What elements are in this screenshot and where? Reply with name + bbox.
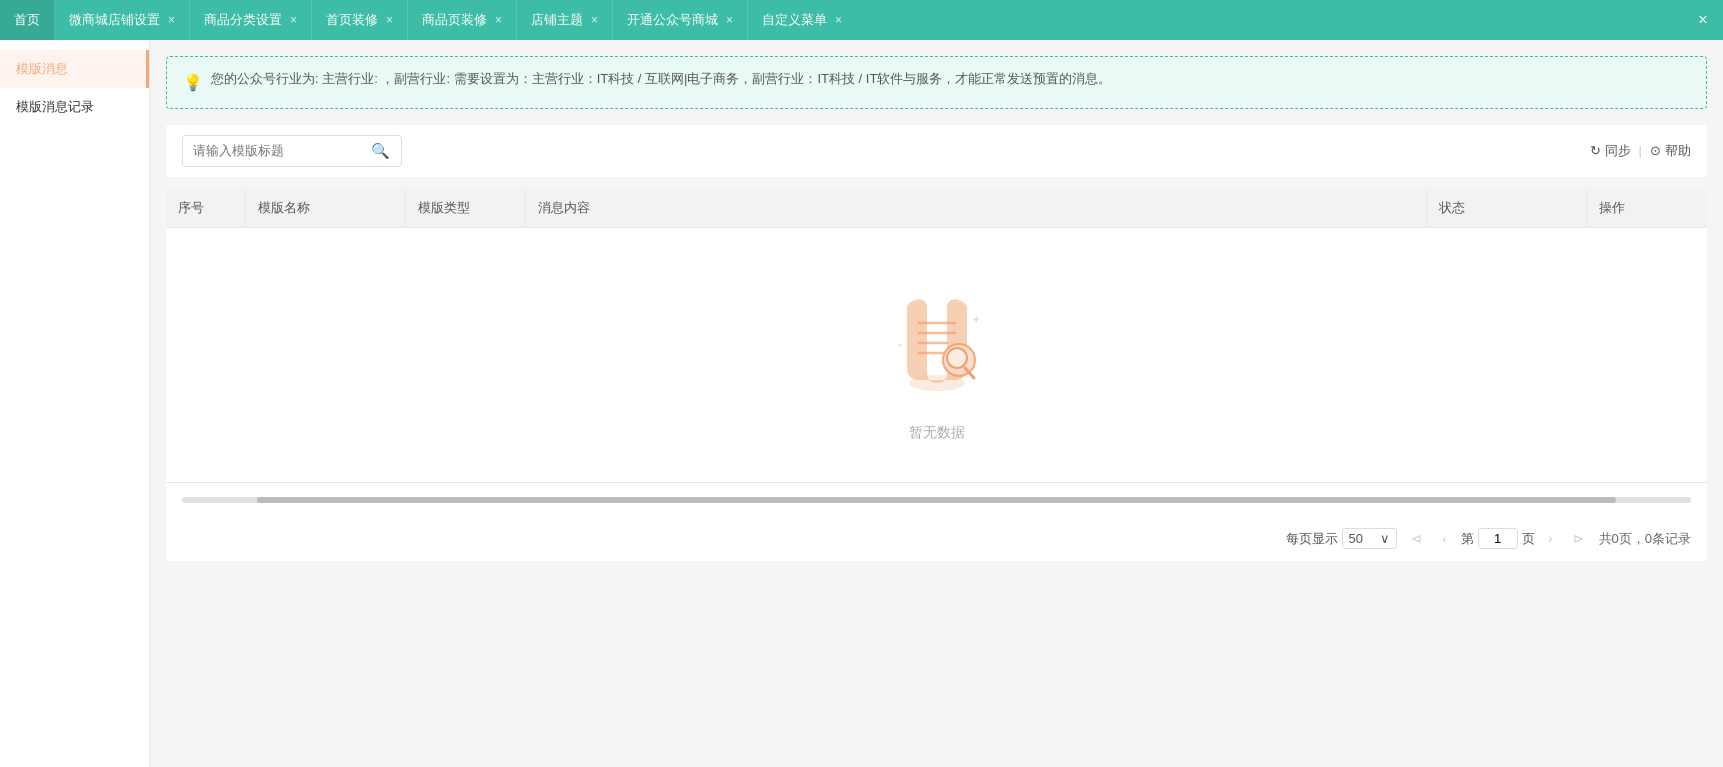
notice-icon: 💡 — [183, 70, 203, 96]
nav-tab-mall[interactable]: 开通公众号商城 × — [613, 0, 748, 40]
nav-tab-product[interactable]: 商品页装修 × — [408, 0, 517, 40]
table-header: 序号模版名称模版类型消息内容状态操作 — [166, 189, 1707, 228]
notice-text: 您的公众号行业为: 主营行业: ，副营行业: 需要设置为：主营行业：IT科技 /… — [211, 69, 1111, 90]
search-input-wrap: 🔍 — [182, 135, 402, 167]
nav-tab-homepage[interactable]: 首页装修 × — [312, 0, 408, 40]
search-input[interactable] — [183, 137, 363, 164]
nav-tab-label: 首页 — [14, 11, 40, 29]
table-header-type: 模版类型 — [406, 189, 526, 227]
nav-tab-label: 店铺主题 — [531, 11, 583, 29]
table-header-index: 序号 — [166, 189, 246, 227]
empty-illustration: ✦ ✦ — [877, 288, 997, 408]
empty-state: ✦ ✦ 暂无数据 — [166, 228, 1707, 482]
table-header-status: 状态 — [1427, 189, 1587, 227]
nav-tab-close-theme[interactable]: × — [591, 13, 598, 27]
nav-tab-weshop[interactable]: 微商城店铺设置 × — [55, 0, 190, 40]
sidebar-item-template-records[interactable]: 模版消息记录 — [0, 88, 149, 126]
search-icon: 🔍 — [371, 142, 390, 159]
table-header-name: 模版名称 — [246, 189, 406, 227]
first-page-button[interactable]: ⊲ — [1405, 527, 1429, 551]
prev-page-button[interactable]: ‹ — [1433, 527, 1457, 551]
svg-point-6 — [947, 348, 967, 368]
page-size-dropdown[interactable]: 50 ∨ — [1342, 528, 1397, 549]
sidebar: 模版消息模版消息记录 — [0, 40, 150, 767]
page-navigation: ⊲ ‹ 第 页 › ⊳ — [1405, 527, 1591, 551]
nav-tab-close-product[interactable]: × — [495, 13, 502, 27]
notice-box: 💡 您的公众号行业为: 主营行业: ，副营行业: 需要设置为：主营行业：IT科技… — [166, 56, 1707, 109]
svg-text:✦: ✦ — [897, 341, 904, 350]
page-total: 共0页，0条记录 — [1599, 530, 1691, 548]
nav-tab-menu[interactable]: 自定义菜单 × — [748, 0, 841, 40]
last-page-button[interactable]: ⊳ — [1567, 527, 1591, 551]
svg-text:✦: ✦ — [972, 314, 980, 325]
next-page-button[interactable]: › — [1539, 527, 1563, 551]
nav-tab-label: 商品分类设置 — [204, 11, 282, 29]
nav-tab-close-category[interactable]: × — [290, 13, 297, 27]
nav-tab-theme[interactable]: 店铺主题 × — [517, 0, 613, 40]
scrollbar-area — [166, 482, 1707, 517]
page-number-input[interactable] — [1478, 528, 1518, 549]
pagination: 每页显示 50 ∨ ⊲ ‹ 第 页 › ⊳ 共0页，0条记录 — [166, 517, 1707, 561]
nav-tab-label: 自定义菜单 — [762, 11, 827, 29]
nav-tab-close-menu[interactable]: × — [835, 13, 841, 27]
search-bar: 🔍 ↻ 同步 | ⊙ 帮助 — [166, 125, 1707, 177]
table-header-action: 操作 — [1587, 189, 1707, 227]
data-table: 序号模版名称模版类型消息内容状态操作 — [166, 189, 1707, 517]
help-icon: ⊙ — [1650, 143, 1661, 158]
window-close-button[interactable]: × — [1683, 0, 1723, 40]
content-area: 💡 您的公众号行业为: 主营行业: ，副营行业: 需要设置为：主营行业：IT科技… — [150, 40, 1723, 767]
nav-tab-home[interactable]: 首页 — [0, 0, 55, 40]
toolbar-right: ↻ 同步 | ⊙ 帮助 — [1590, 142, 1691, 160]
scrollbar-thumb[interactable] — [257, 497, 1615, 503]
page-size-select: 每页显示 50 ∨ — [1286, 528, 1397, 549]
top-nav: 首页微商城店铺设置×商品分类设置×首页装修×商品页装修×店铺主题×开通公众号商城… — [0, 0, 1723, 40]
table-header-content: 消息内容 — [526, 189, 1427, 227]
nav-tab-label: 首页装修 — [326, 11, 378, 29]
nav-tab-category[interactable]: 商品分类设置 × — [190, 0, 312, 40]
nav-tab-close-homepage[interactable]: × — [386, 13, 393, 27]
sync-button[interactable]: ↻ 同步 — [1590, 142, 1631, 160]
chevron-down-icon: ∨ — [1380, 531, 1390, 546]
sync-icon: ↻ — [1590, 143, 1601, 158]
divider: | — [1639, 143, 1642, 158]
sidebar-item-template-msg[interactable]: 模版消息 — [0, 50, 149, 88]
empty-state-text: 暂无数据 — [909, 424, 965, 442]
horizontal-scrollbar[interactable] — [182, 497, 1691, 503]
nav-tab-label: 开通公众号商城 — [627, 11, 718, 29]
nav-tab-label: 微商城店铺设置 — [69, 11, 160, 29]
nav-tab-close-weshop[interactable]: × — [168, 13, 175, 27]
main-layout: 模版消息模版消息记录 💡 您的公众号行业为: 主营行业: ，副营行业: 需要设置… — [0, 40, 1723, 767]
nav-tab-close-mall[interactable]: × — [726, 13, 733, 27]
search-button[interactable]: 🔍 — [363, 136, 398, 166]
nav-tab-label: 商品页装修 — [422, 11, 487, 29]
help-button[interactable]: ⊙ 帮助 — [1650, 142, 1691, 160]
